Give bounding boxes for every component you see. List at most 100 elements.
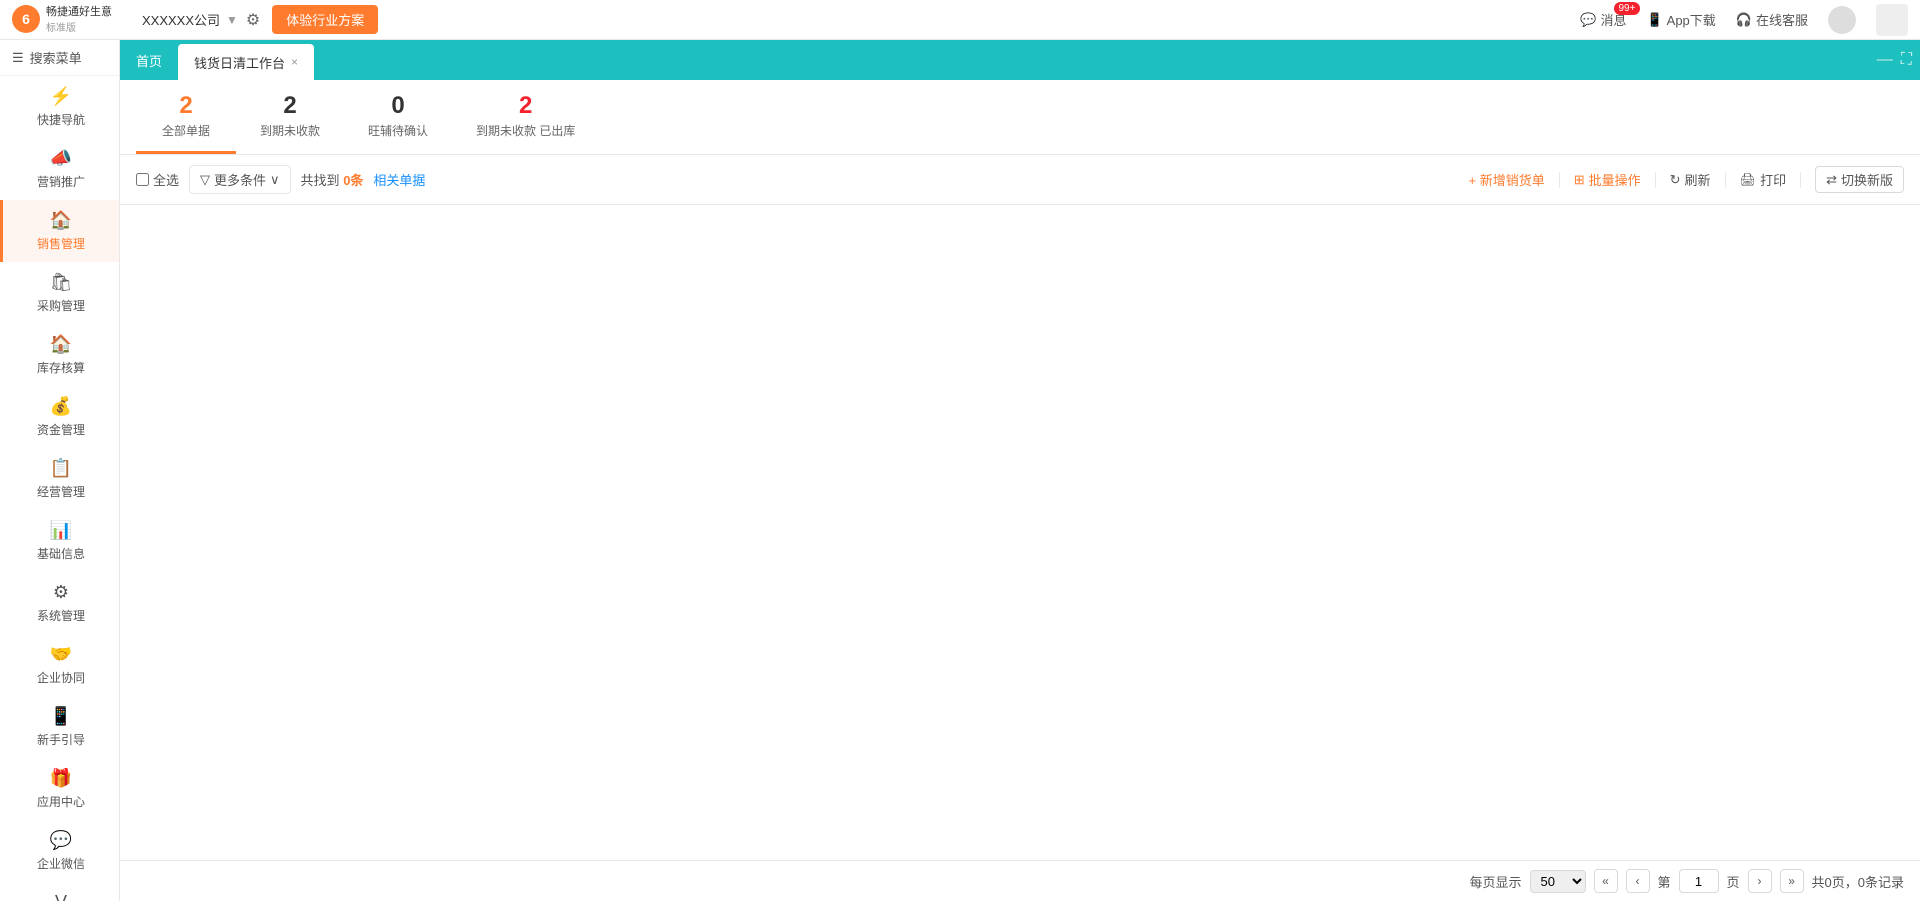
logo-text: 畅捷通好生意 bbox=[46, 5, 112, 19]
company-name: XXXXXX公司 bbox=[142, 10, 220, 29]
stat-tab-pending[interactable]: 0 旺辅待确认 bbox=[344, 80, 452, 154]
table-area bbox=[120, 205, 1920, 860]
enterprise-icon: 🤝 bbox=[50, 644, 72, 665]
avatar[interactable] bbox=[1828, 6, 1856, 34]
finance-icon: 💰 bbox=[50, 396, 72, 417]
stat-label-overdue: 到期未收款 bbox=[260, 122, 320, 139]
online-service-button[interactable]: 🎧 在线客服 bbox=[1736, 10, 1808, 29]
user-menu[interactable] bbox=[1876, 4, 1908, 36]
select-all-label: 全选 bbox=[153, 170, 179, 189]
refresh-button[interactable]: ↻ 刷新 bbox=[1670, 170, 1711, 189]
print-label: 打印 bbox=[1760, 170, 1786, 189]
sidebar-item-marketing[interactable]: 📣 营销推广 bbox=[0, 138, 119, 200]
select-all-checkbox[interactable]: 全选 bbox=[136, 170, 179, 189]
sidebar-item-label: 企业协同 bbox=[37, 669, 85, 686]
stat-tab-overdue[interactable]: 2 到期未收款 bbox=[236, 80, 344, 154]
sidebar-item-inventory[interactable]: 🏠 库存核算 bbox=[0, 324, 119, 386]
service-icon: 🎧 bbox=[1736, 12, 1752, 28]
sidebar-item-label: 应用中心 bbox=[37, 793, 85, 810]
first-page-button[interactable]: « bbox=[1594, 869, 1618, 893]
batch-operation-button[interactable]: ⊞ 批量操作 bbox=[1574, 170, 1641, 189]
next-page-button[interactable]: › bbox=[1748, 869, 1772, 893]
page-label: 第 bbox=[1658, 872, 1671, 891]
stat-label-all: 全部单据 bbox=[162, 122, 210, 139]
app-download-button[interactable]: 📱 App下载 bbox=[1646, 10, 1715, 29]
search-menu[interactable]: ☰ 搜索菜单 bbox=[0, 40, 119, 76]
app-icon: 📱 bbox=[1646, 12, 1662, 28]
print-icon: 🖨 bbox=[1740, 172, 1757, 188]
total-info: 共0页，0条记录 bbox=[1812, 872, 1904, 891]
sidebar-item-label: 快捷导航 bbox=[37, 111, 85, 128]
sidebar-item-sales[interactable]: 🏠 销售管理 bbox=[0, 200, 119, 262]
batch-label: 批量操作 bbox=[1589, 170, 1641, 189]
sidebar-item-label: 基础信息 bbox=[37, 545, 85, 562]
checkbox-input[interactable] bbox=[136, 173, 149, 186]
toolbar-left: 全选 ▽ 更多条件 ∨ 共找到 0条 相关单据 bbox=[136, 165, 425, 194]
sidebar-item-member[interactable]: V 畅会员 bbox=[0, 882, 119, 901]
sidebar-item-purchase[interactable]: 🛍 采购管理 bbox=[0, 262, 119, 324]
sidebar-item-quick-nav[interactable]: ⚡ 快捷导航 bbox=[0, 76, 119, 138]
tab-maximize-button[interactable]: ⛶ bbox=[1901, 51, 1912, 69]
stat-num-overdue-shipped: 2 bbox=[519, 92, 532, 120]
sidebar-item-basics[interactable]: 📊 基础信息 bbox=[0, 510, 119, 572]
divider-4 bbox=[1800, 172, 1801, 188]
header-right: 💬 消息 99+ 📱 App下载 🎧 在线客服 bbox=[1580, 4, 1908, 36]
toolbar: 全选 ▽ 更多条件 ∨ 共找到 0条 相关单据 + 新增销货单 bbox=[120, 155, 1920, 205]
sidebar-item-label: 资金管理 bbox=[37, 421, 85, 438]
dropdown-arrow-icon: ▼ bbox=[226, 13, 238, 27]
stat-label-overdue-shipped: 到期未收款 已出库 bbox=[476, 122, 575, 139]
sidebar-item-newbie[interactable]: 📱 新手引导 bbox=[0, 696, 119, 758]
refresh-label: 刷新 bbox=[1685, 170, 1711, 189]
sidebar-item-operations[interactable]: 📋 经营管理 bbox=[0, 448, 119, 510]
app-center-icon: 🎁 bbox=[50, 768, 72, 789]
prev-page-button[interactable]: ‹ bbox=[1626, 869, 1650, 893]
toolbar-right: + 新增销货单 ⊞ 批量操作 ↻ 刷新 🖨 打印 bbox=[1468, 166, 1904, 193]
sidebar-item-label: 采购管理 bbox=[37, 297, 85, 314]
logo-text-block: 畅捷通好生意 标准版 bbox=[46, 5, 112, 34]
stat-tab-overdue-shipped[interactable]: 2 到期未收款 已出库 bbox=[452, 80, 599, 154]
refresh-icon: ↻ bbox=[1670, 172, 1681, 188]
stat-label-pending: 旺辅待确认 bbox=[368, 122, 428, 139]
sidebar-item-label: 企业微信 bbox=[37, 855, 85, 872]
found-count: 0条 bbox=[343, 173, 363, 188]
sidebar-item-wechat[interactable]: 💬 企业微信 bbox=[0, 820, 119, 882]
tab-close-icon[interactable]: × bbox=[291, 55, 298, 69]
tab-workbench[interactable]: 钱货日清工作台 × bbox=[178, 44, 314, 80]
tab-minimize-button[interactable]: — bbox=[1877, 51, 1893, 69]
logo: 6 畅捷通好生意 标准版 bbox=[12, 5, 132, 34]
header: 6 畅捷通好生意 标准版 XXXXXX公司 ▼ ⚙ 体验行业方案 💬 消息 99… bbox=[0, 0, 1920, 40]
wechat-icon: 💬 bbox=[50, 830, 72, 851]
sidebar-item-app-center[interactable]: 🎁 应用中心 bbox=[0, 758, 119, 820]
sidebar-item-label: 销售管理 bbox=[37, 235, 85, 252]
logo-sub: 标准版 bbox=[46, 19, 112, 34]
new-order-button[interactable]: + 新增销货单 bbox=[1468, 170, 1544, 189]
stat-num-all: 2 bbox=[179, 92, 192, 120]
sidebar-item-enterprise[interactable]: 🤝 企业协同 bbox=[0, 634, 119, 696]
message-button[interactable]: 💬 消息 99+ bbox=[1580, 10, 1626, 29]
filter-button[interactable]: ▽ 更多条件 ∨ bbox=[189, 165, 291, 194]
filter-label: 更多条件 bbox=[214, 170, 266, 189]
sidebar-item-label: 营销推广 bbox=[37, 173, 85, 190]
print-button[interactable]: 🖨 打印 bbox=[1740, 170, 1787, 189]
switch-version-button[interactable]: ⇄ 切换新版 bbox=[1815, 166, 1904, 193]
found-text: 共找到 0条 bbox=[301, 170, 364, 189]
content-area: 首页 钱货日清工作台 × — ⛶ 2 全部单据 2 到期未收款 bbox=[120, 40, 1920, 901]
page-number-input[interactable] bbox=[1679, 869, 1719, 893]
per-page-select[interactable]: 50 100 200 bbox=[1530, 870, 1586, 893]
tab-bar: 首页 钱货日清工作台 × — ⛶ bbox=[120, 40, 1920, 80]
basics-icon: 📊 bbox=[50, 520, 72, 541]
pagination-bar: 每页显示 50 100 200 « ‹ 第 页 › » 共0页，0条记录 bbox=[120, 860, 1920, 901]
sidebar-item-label: 经营管理 bbox=[37, 483, 85, 500]
related-orders-link[interactable]: 相关单据 bbox=[373, 170, 425, 189]
tab-home[interactable]: 首页 bbox=[120, 40, 178, 80]
trial-button[interactable]: 体验行业方案 bbox=[272, 5, 378, 34]
sidebar-item-finance[interactable]: 💰 资金管理 bbox=[0, 386, 119, 448]
message-icon: 💬 bbox=[1580, 12, 1596, 28]
company-selector[interactable]: XXXXXX公司 ▼ bbox=[142, 10, 238, 29]
stat-tab-all[interactable]: 2 全部单据 bbox=[136, 80, 236, 154]
sidebar-item-system[interactable]: ⚙ 系统管理 bbox=[0, 572, 119, 634]
system-icon: ⚙ bbox=[53, 582, 69, 603]
settings-icon[interactable]: ⚙ bbox=[246, 10, 260, 30]
last-page-button[interactable]: » bbox=[1780, 869, 1804, 893]
newbie-icon: 📱 bbox=[50, 706, 72, 727]
